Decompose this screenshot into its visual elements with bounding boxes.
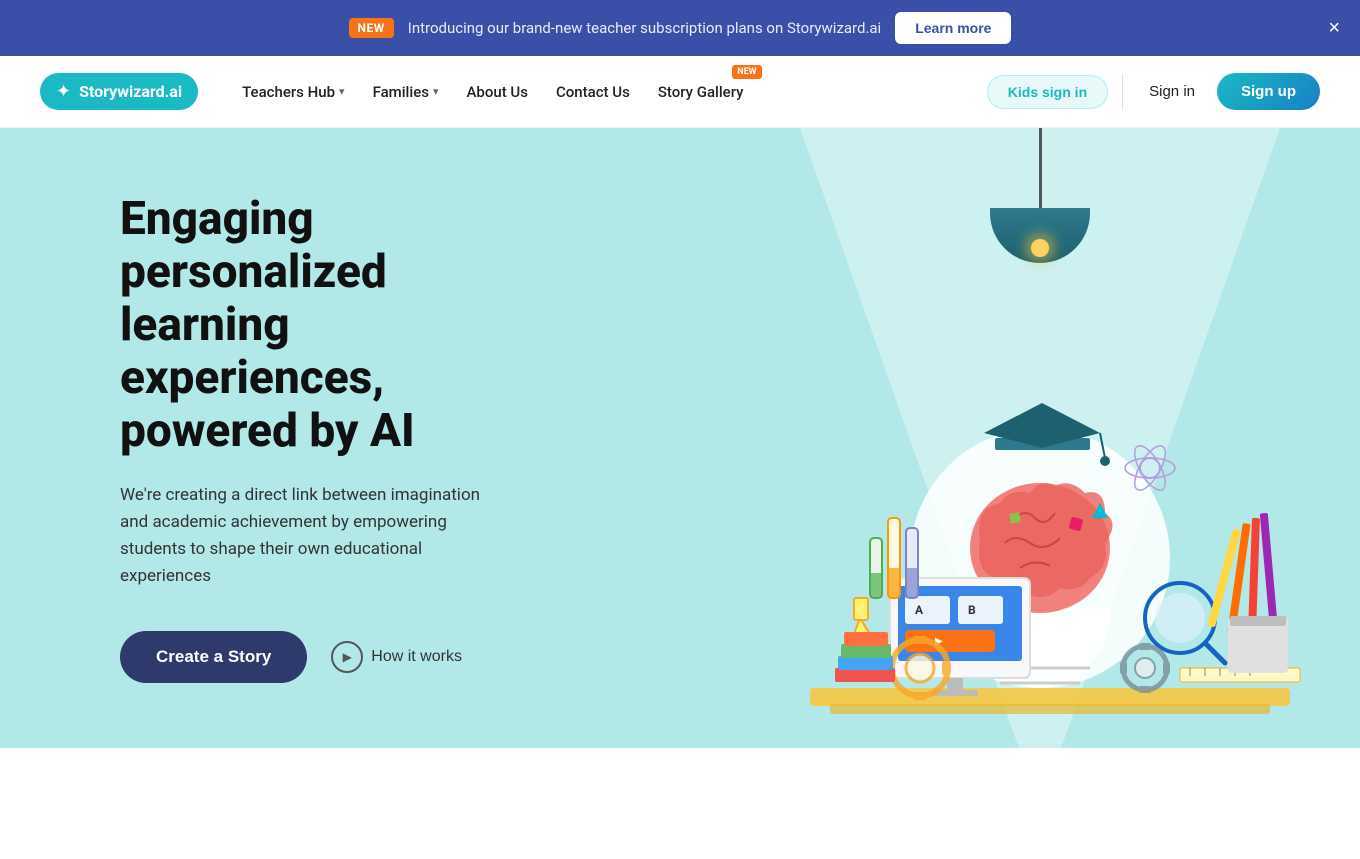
banner-text: Introducing our brand-new teacher subscr… xyxy=(408,19,881,37)
lamp xyxy=(990,128,1090,263)
story-gallery-new-badge: NEW xyxy=(732,65,761,79)
logo-text: Storywizard.ai xyxy=(79,82,182,101)
create-story-button[interactable]: Create a Story xyxy=(120,631,307,683)
nav-auth: Kids sign in Sign in Sign up xyxy=(987,73,1320,110)
lamp-bulb xyxy=(1031,239,1049,257)
lamp-cord xyxy=(1039,128,1042,208)
chevron-down-icon: ▾ xyxy=(339,85,345,98)
logo[interactable]: ✦ Storywizard.ai xyxy=(40,73,198,110)
page-bottom xyxy=(0,748,1360,808)
logo-icon: ✦ xyxy=(56,81,71,102)
nav-item-families[interactable]: Families ▾ xyxy=(361,75,451,109)
svg-text:A: A xyxy=(915,603,924,617)
nav-item-story-gallery[interactable]: Story Gallery NEW xyxy=(646,75,756,109)
hero-actions: Create a Story ▶ How it works xyxy=(120,631,500,683)
nav-item-teachers-hub[interactable]: Teachers Hub ▾ xyxy=(230,75,356,109)
hero-subtitle: We're creating a direct link between ima… xyxy=(120,482,500,591)
svg-text:B: B xyxy=(968,603,976,617)
hero-title: Engaging personalized learning experienc… xyxy=(120,193,500,457)
banner-new-badge: NEW xyxy=(349,18,394,38)
signin-button[interactable]: Sign in xyxy=(1137,75,1207,108)
hero-illustration: A B ▶ xyxy=(720,128,1360,748)
chevron-down-icon: ▾ xyxy=(433,85,439,98)
hero-content: Engaging personalized learning experienc… xyxy=(0,133,580,742)
nav-item-contact-us[interactable]: Contact Us xyxy=(544,75,642,109)
nav-item-about-us[interactable]: About Us xyxy=(454,75,540,109)
nav-divider xyxy=(1122,74,1123,110)
hero-illustration-svg: A B ▶ xyxy=(750,228,1330,748)
nav-links: Teachers Hub ▾ Families ▾ About Us Conta… xyxy=(230,75,987,109)
how-it-works-button[interactable]: ▶ How it works xyxy=(331,641,462,673)
close-banner-button[interactable]: × xyxy=(1328,18,1340,38)
signup-button[interactable]: Sign up xyxy=(1217,73,1320,110)
play-icon: ▶ xyxy=(331,641,363,673)
announcement-banner: NEW Introducing our brand-new teacher su… xyxy=(0,0,1360,56)
learn-more-button[interactable]: Learn more xyxy=(895,12,1011,44)
lamp-shade xyxy=(990,208,1090,263)
navbar: ✦ Storywizard.ai Teachers Hub ▾ Families… xyxy=(0,56,1360,128)
kids-signin-button[interactable]: Kids sign in xyxy=(987,75,1108,109)
hero-section: Engaging personalized learning experienc… xyxy=(0,128,1360,748)
